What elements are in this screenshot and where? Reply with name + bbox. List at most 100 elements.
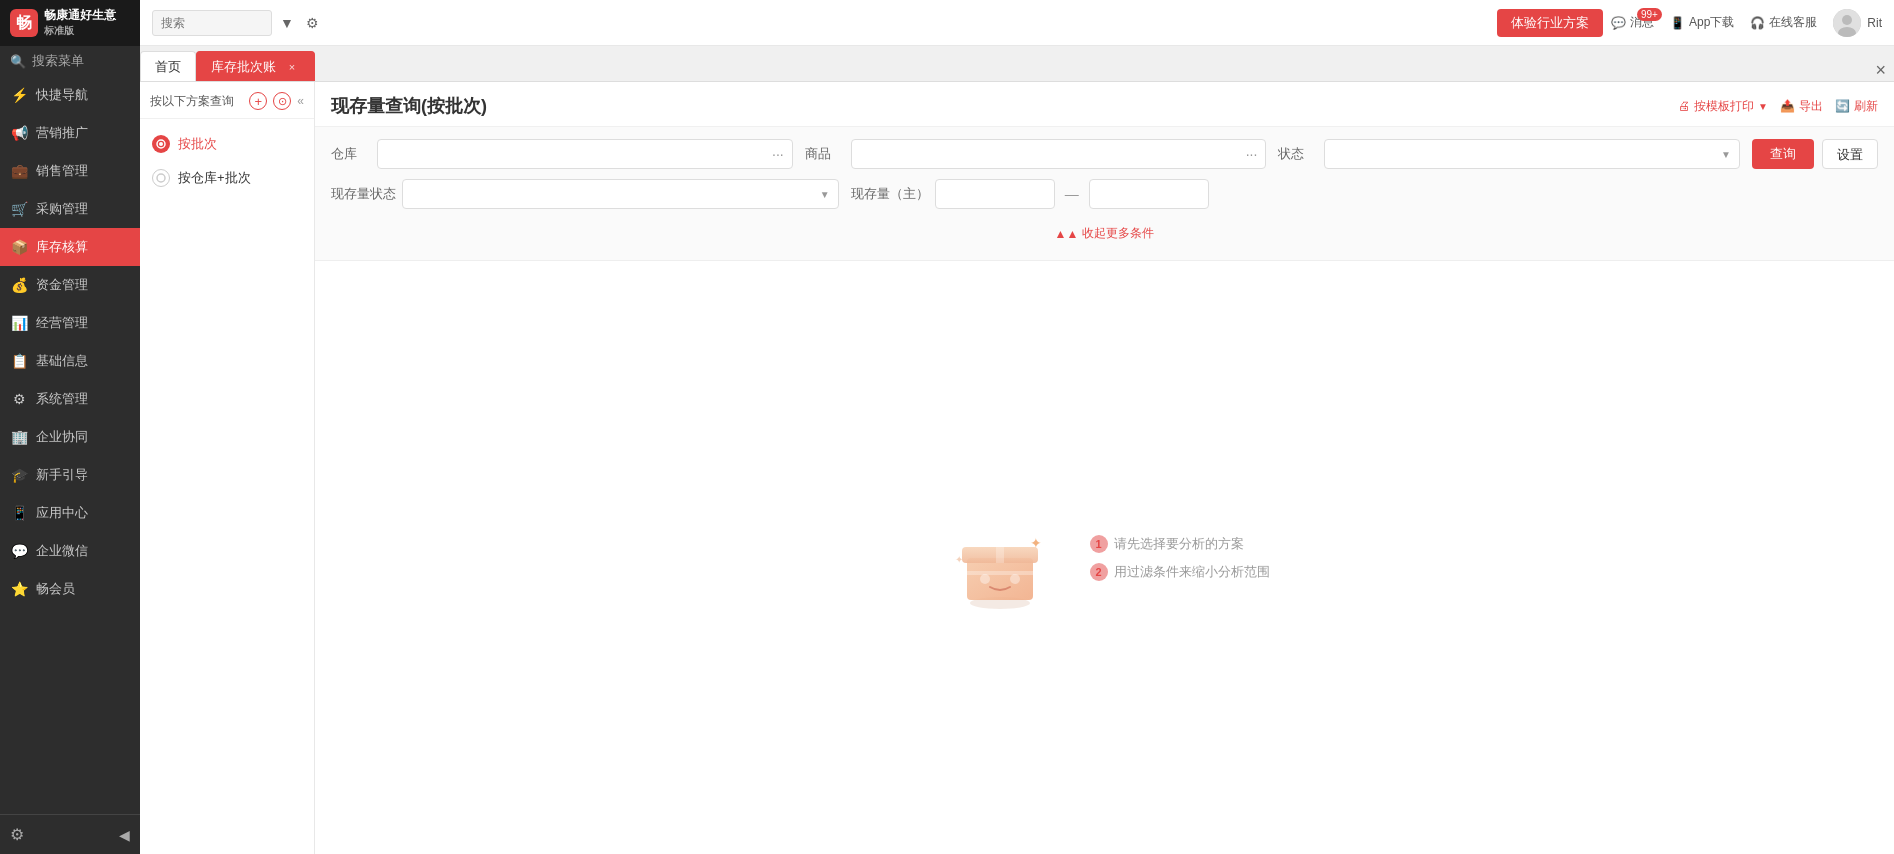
sidebar-item-basic[interactable]: 📋 基础信息 — [0, 342, 140, 380]
scheme-item-by-warehouse-batch[interactable]: 按仓库+批次 — [140, 161, 314, 195]
export-button[interactable]: 📤 导出 — [1780, 98, 1823, 115]
svg-rect-8 — [967, 571, 1033, 575]
topbar-app-download[interactable]: 📱 App下载 — [1670, 14, 1734, 31]
step-1-circle: 1 — [1090, 535, 1108, 553]
svg-point-12 — [1010, 574, 1020, 584]
page-close-button[interactable]: × — [1875, 60, 1886, 81]
collapse-row[interactable]: ▲▲ 收起更多条件 — [331, 219, 1878, 248]
stock-status-chevron-icon: ▼ — [820, 189, 830, 200]
scheme-settings-button[interactable]: ⊙ — [273, 92, 291, 110]
finance-icon: 💰 — [10, 276, 28, 294]
search-icon: 🔍 — [10, 54, 26, 69]
sidebar-item-operations[interactable]: 📊 经营管理 — [0, 304, 140, 342]
topbar-online-service[interactable]: 🎧 在线客服 — [1750, 14, 1817, 31]
scheme-item-by-batch[interactable]: 按批次 — [140, 127, 314, 161]
refresh-button[interactable]: 🔄 刷新 — [1835, 98, 1878, 115]
query-button[interactable]: 查询 — [1752, 139, 1814, 169]
collapse-up-icon: ▲▲ — [1055, 227, 1079, 241]
enterprise-icon: 🏢 — [10, 428, 28, 446]
settings-footer-icon[interactable]: ⚙ — [10, 825, 24, 844]
app-download-icon: 📱 — [1670, 16, 1685, 30]
sidebar-label-sales: 销售管理 — [36, 162, 88, 180]
sidebar-item-newbie[interactable]: 🎓 新手引导 — [0, 456, 140, 494]
close-x[interactable]: × — [284, 59, 300, 75]
warehouse-field: 仓库 ··· — [331, 139, 793, 169]
tab-home[interactable]: 首页 — [140, 51, 196, 81]
stock-qty-field: 现存量（主） — — [851, 179, 1359, 209]
tabs-bar: 首页 库存批次账 × × — [140, 46, 1894, 82]
topbar-settings-btn[interactable]: ⚙ — [302, 11, 323, 35]
topbar-dropdown-btn[interactable]: ▼ — [276, 11, 298, 35]
tab-active[interactable]: 库存批次账 × — [196, 51, 315, 81]
status-field: 状态 ▼ — [1278, 139, 1740, 169]
member-icon: ⭐ — [10, 580, 28, 598]
app-title: 畅康通好生意 — [44, 8, 116, 24]
topbar-messages[interactable]: 💬 消息 99+ — [1611, 14, 1654, 31]
product-input[interactable]: ··· — [851, 139, 1267, 169]
stock-qty-min-input[interactable] — [935, 179, 1055, 209]
sidebar-label-marketing: 营销推广 — [36, 124, 88, 142]
product-dots-icon: ··· — [1246, 146, 1258, 162]
sidebar-item-sales[interactable]: 💼 销售管理 — [0, 152, 140, 190]
wechat-icon: 💬 — [10, 542, 28, 560]
sidebar-item-purchase[interactable]: 🛒 采购管理 — [0, 190, 140, 228]
sidebar-label-finance: 资金管理 — [36, 276, 88, 294]
warehouse-input[interactable]: ··· — [377, 139, 793, 169]
svg-point-5 — [157, 174, 165, 182]
svg-text:✦: ✦ — [1030, 535, 1042, 551]
sidebar-label-inventory: 库存核算 — [36, 238, 88, 256]
print-dropdown-icon[interactable]: ▼ — [1758, 101, 1768, 112]
topbar-search-input[interactable] — [152, 10, 272, 36]
settings-button[interactable]: 设置 — [1822, 139, 1878, 169]
username-label[interactable]: Rit — [1867, 16, 1882, 30]
sidebar-item-finance[interactable]: 💰 资金管理 — [0, 266, 140, 304]
sidebar-footer: ⚙ ◀ — [0, 814, 140, 854]
sidebar-item-quick-nav[interactable]: ⚡ 快捷导航 — [0, 76, 140, 114]
sidebar-item-appstore[interactable]: 📱 应用中心 — [0, 494, 140, 532]
service-label: 在线客服 — [1769, 14, 1817, 31]
print-button[interactable]: 🖨 按模板打印 ▼ — [1678, 98, 1768, 115]
sidebar-item-enterprise[interactable]: 🏢 企业协同 — [0, 418, 140, 456]
empty-hint-texts: 1 请先选择要分析的方案 2 用过滤条件来缩小分析范围 — [1090, 535, 1270, 581]
product-label: 商品 — [805, 145, 845, 163]
avatar-icon — [1833, 9, 1861, 37]
sidebar-search[interactable]: 🔍 搜索菜单 — [0, 46, 140, 76]
stock-qty-label: 现存量（主） — [851, 185, 929, 203]
sidebar-item-system[interactable]: ⚙ 系统管理 — [0, 380, 140, 418]
purchase-icon: 🛒 — [10, 200, 28, 218]
warehouse-label: 仓库 — [331, 145, 371, 163]
collapse-sidebar-icon[interactable]: ◀ — [119, 827, 130, 843]
sidebar-item-marketing[interactable]: 📢 营销推广 — [0, 114, 140, 152]
filter-row-1: 仓库 ··· 商品 ··· 状态 — [331, 139, 1878, 169]
status-dropdown[interactable]: ▼ — [1324, 139, 1740, 169]
sidebar-item-wechat[interactable]: 💬 企业微信 — [0, 532, 140, 570]
stock-qty-max-input[interactable] — [1089, 179, 1209, 209]
sidebar-label-newbie: 新手引导 — [36, 466, 88, 484]
app-subtitle: 标准版 — [44, 24, 116, 38]
app-download-label: App下载 — [1689, 14, 1734, 31]
sidebar-search-label: 搜索菜单 — [32, 52, 84, 70]
empty-state: ✦ ✦ 1 请先选择要分析的方案 2 用过滤条件来缩小分析范围 — [315, 261, 1894, 854]
collapse-label: 收起更多条件 — [1082, 225, 1154, 242]
svg-text:✦: ✦ — [955, 554, 963, 565]
system-icon: ⚙ — [10, 390, 28, 408]
stock-status-dropdown[interactable]: ▼ — [402, 179, 839, 209]
filter-area: 仓库 ··· 商品 ··· 状态 — [315, 127, 1894, 261]
sidebar-item-inventory[interactable]: 📦 库存核算 — [0, 228, 140, 266]
filter-row-2: 现存量状态 ▼ 现存量（主） — — [331, 179, 1878, 209]
scheme-dot-active — [152, 135, 170, 153]
empty-hint-1-text: 请先选择要分析的方案 — [1114, 535, 1244, 553]
scheme-item-label-2: 按仓库+批次 — [178, 169, 251, 187]
sidebar-item-member[interactable]: ⭐ 畅会员 — [0, 570, 140, 608]
page-title: 现存量查询(按批次) — [331, 94, 487, 118]
sidebar-title-block: 畅康通好生意 标准版 — [44, 8, 116, 38]
stock-qty-dash: — — [1065, 186, 1079, 202]
sidebar-label-basic: 基础信息 — [36, 352, 88, 370]
scheme-collapse-icon[interactable]: « — [297, 94, 304, 108]
scheme-add-button[interactable]: + — [249, 92, 267, 110]
sidebar-label-appstore: 应用中心 — [36, 504, 88, 522]
product-field: 商品 ··· — [805, 139, 1267, 169]
content-area: 按以下方案查询 + ⊙ « 按批次 按仓库+批次 — [140, 82, 1894, 854]
experience-btn[interactable]: 体验行业方案 — [1497, 9, 1603, 37]
tab-close-icon[interactable]: × — [284, 59, 300, 75]
